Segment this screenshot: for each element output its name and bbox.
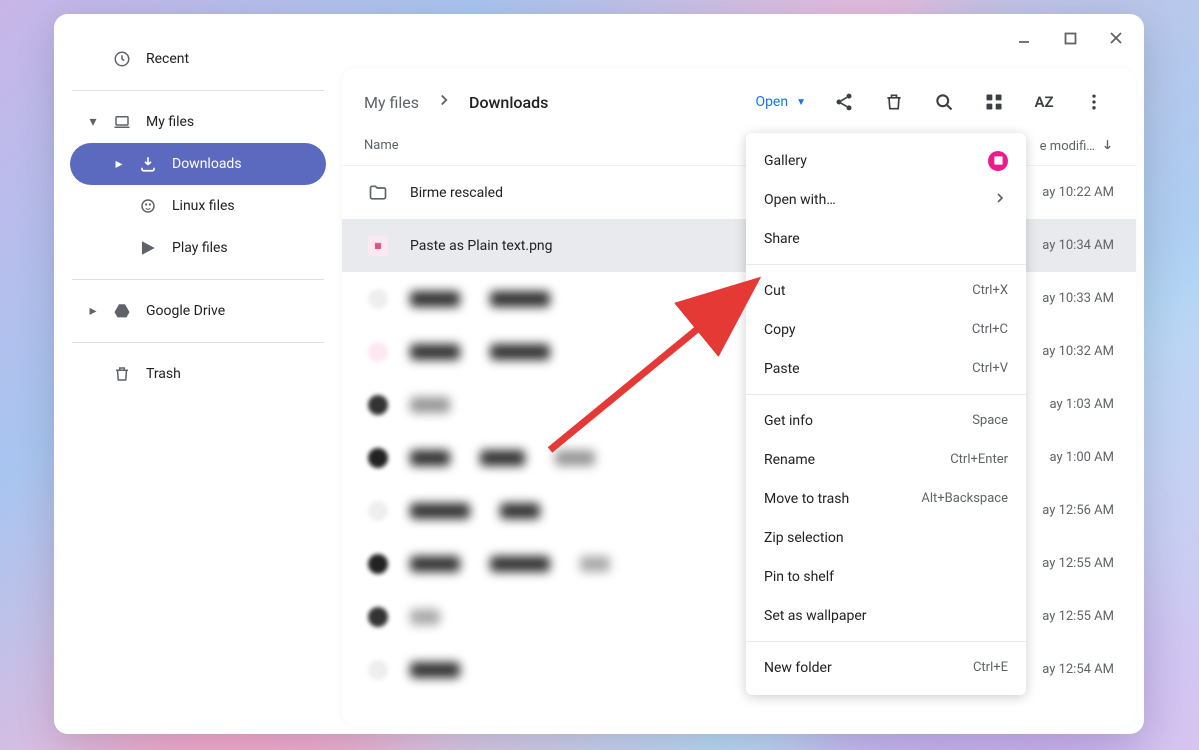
- trash-icon: [112, 364, 132, 384]
- sidebar-item-recent[interactable]: Recent: [70, 38, 326, 80]
- sort-button[interactable]: AZ: [1024, 82, 1064, 122]
- sidebar-item-linux-files[interactable]: Linux files: [70, 185, 326, 227]
- menu-set-wallpaper[interactable]: Set as wallpaper: [746, 596, 1026, 635]
- sidebar-item-play-files[interactable]: Play files: [70, 227, 326, 269]
- breadcrumb-current: Downloads: [469, 93, 548, 112]
- menu-paste[interactable]: Paste Ctrl+V: [746, 349, 1026, 388]
- menu-separator: [746, 394, 1026, 395]
- separator: [72, 342, 324, 343]
- sidebar-item-google-drive[interactable]: ▸ Google Drive: [70, 290, 326, 332]
- menu-gallery[interactable]: Gallery: [746, 141, 1026, 180]
- separator: [72, 279, 324, 280]
- download-icon: [138, 154, 158, 174]
- gallery-app-icon: [988, 151, 1008, 171]
- menu-move-to-trash[interactable]: Move to trash Alt+Backspace: [746, 479, 1026, 518]
- window-controls: [1010, 24, 1130, 52]
- folder-icon: [364, 183, 392, 203]
- sidebar: Recent ▾ My files ▸ Downloads Linux file…: [54, 14, 342, 734]
- minimize-button[interactable]: [1010, 24, 1038, 52]
- menu-cut[interactable]: Cut Ctrl+X: [746, 271, 1026, 310]
- image-icon: ▦: [364, 236, 392, 256]
- close-button[interactable]: [1102, 24, 1130, 52]
- sidebar-label: Google Drive: [146, 303, 225, 319]
- sidebar-item-my-files[interactable]: ▾ My files: [70, 101, 326, 143]
- grid-view-button[interactable]: [974, 82, 1014, 122]
- sidebar-label: Trash: [146, 366, 181, 382]
- menu-new-folder[interactable]: New folder Ctrl+E: [746, 648, 1026, 687]
- arrow-down-icon: [1101, 138, 1114, 155]
- play-icon: [138, 238, 158, 258]
- chevron-right-icon: [992, 190, 1008, 210]
- search-button[interactable]: [924, 82, 964, 122]
- expand-icon[interactable]: ▸: [114, 156, 124, 172]
- delete-button[interactable]: [874, 82, 914, 122]
- sidebar-label: Recent: [146, 51, 189, 67]
- chevron-right-icon: [435, 91, 453, 113]
- menu-share[interactable]: Share: [746, 219, 1026, 258]
- open-dropdown[interactable]: Open ▼: [747, 88, 814, 116]
- breadcrumb-parent[interactable]: My files: [364, 93, 419, 112]
- breadcrumb: My files Downloads: [364, 91, 548, 113]
- more-options-button[interactable]: [1074, 82, 1114, 122]
- maximize-button[interactable]: [1056, 24, 1084, 52]
- sidebar-label: Downloads: [172, 156, 242, 172]
- sidebar-label: Linux files: [172, 198, 235, 214]
- menu-copy[interactable]: Copy Ctrl+C: [746, 310, 1026, 349]
- menu-pin-to-shelf[interactable]: Pin to shelf: [746, 557, 1026, 596]
- sidebar-item-downloads[interactable]: ▸ Downloads: [70, 143, 326, 185]
- menu-separator: [746, 264, 1026, 265]
- sidebar-label: My files: [146, 114, 194, 130]
- share-button[interactable]: [824, 82, 864, 122]
- menu-open-with[interactable]: Open with…: [746, 180, 1026, 219]
- menu-zip-selection[interactable]: Zip selection: [746, 518, 1026, 557]
- menu-get-info[interactable]: Get info Space: [746, 401, 1026, 440]
- separator: [72, 90, 324, 91]
- toolbar: My files Downloads Open ▼: [342, 68, 1136, 130]
- laptop-icon: [112, 112, 132, 132]
- linux-icon: [138, 196, 158, 216]
- menu-rename[interactable]: Rename Ctrl+Enter: [746, 440, 1026, 479]
- expand-icon[interactable]: ▸: [88, 303, 98, 319]
- sidebar-item-trash[interactable]: Trash: [70, 353, 326, 395]
- expand-icon[interactable]: ▾: [88, 114, 98, 130]
- menu-separator: [746, 641, 1026, 642]
- drive-icon: [112, 301, 132, 321]
- sidebar-label: Play files: [172, 240, 228, 256]
- context-menu: Gallery Open with… Share Cut Ctrl+X Copy…: [746, 133, 1026, 695]
- caret-down-icon: ▼: [796, 97, 806, 108]
- clock-icon: [112, 49, 132, 69]
